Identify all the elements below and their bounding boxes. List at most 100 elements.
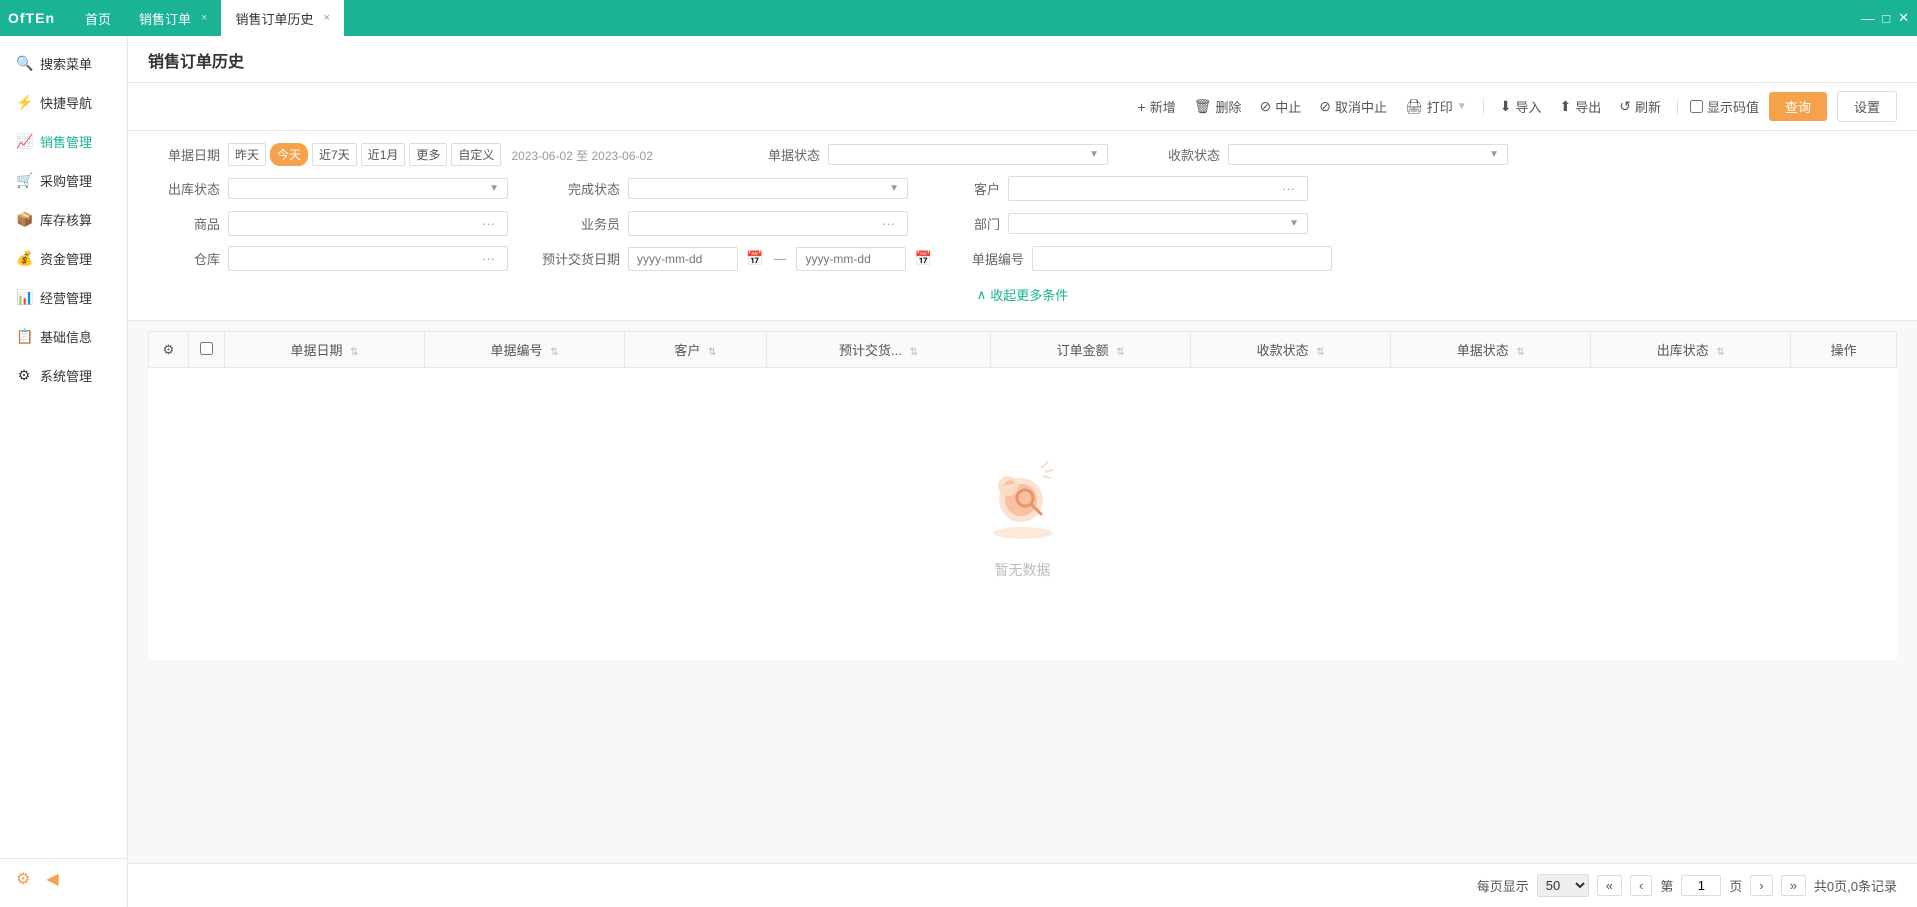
- show-columns-checkbox[interactable]: 显示码值: [1690, 97, 1759, 116]
- expected-date-range: 📅 — 📅: [628, 247, 932, 271]
- cancel-stop-label: 取消中止: [1335, 97, 1387, 116]
- warehouse-dots-icon[interactable]: ···: [478, 251, 499, 266]
- collapse-label: 收起更多条件: [990, 285, 1068, 304]
- sidebar: 🔍 搜索菜单 ⚡ 快捷导航 📈 销售管理 🛒 采购管理 📦 库存核算 💰 资金管…: [0, 36, 128, 907]
- select-all-checkbox[interactable]: [200, 342, 213, 355]
- order-status-arrow-icon: ▼: [1089, 149, 1099, 160]
- last-page-button[interactable]: »: [1781, 875, 1806, 896]
- settings-gear-icon[interactable]: ⚙: [163, 342, 175, 357]
- expected-date-from-input[interactable]: [628, 247, 738, 271]
- out-status-select[interactable]: ▼: [228, 178, 508, 199]
- th-order-amount-label: 订单金额: [1057, 343, 1109, 358]
- th-date[interactable]: 单据日期 ⇅: [225, 332, 425, 368]
- collapse-button[interactable]: ∧ 收起更多条件: [148, 281, 1897, 308]
- customer-dots-icon[interactable]: ···: [1278, 181, 1299, 196]
- stop-label: 中止: [1275, 97, 1301, 116]
- export-button[interactable]: ⬆ 导出: [1555, 95, 1605, 118]
- tab-sales-order-history-close[interactable]: ×: [323, 12, 329, 24]
- empty-state: 暂无数据: [149, 368, 1897, 660]
- tab-bar: OfTEn 首页 销售订单 × 销售订单历史 ×: [8, 0, 1861, 36]
- date-btn-7days[interactable]: 近7天: [312, 143, 357, 166]
- calendar-from-icon[interactable]: 📅: [746, 250, 763, 267]
- print-label: 打印: [1427, 97, 1453, 116]
- inventory-icon: 📦: [16, 211, 32, 228]
- th-customer[interactable]: 客户 ⇅: [625, 332, 767, 368]
- refresh-button[interactable]: ↺ 刷新: [1615, 95, 1665, 118]
- prev-page-button[interactable]: ‹: [1630, 875, 1652, 896]
- date-btn-custom[interactable]: 自定义: [451, 143, 501, 166]
- pay-status-arrow-icon: ▼: [1489, 149, 1499, 160]
- delete-button[interactable]: 🗑 删除: [1190, 95, 1246, 118]
- settings-button[interactable]: 设置: [1837, 91, 1897, 122]
- complete-status-select[interactable]: ▼: [628, 178, 908, 199]
- filter-row-3: 商品 ··· 业务员 ··· 部门 ▼: [148, 211, 1897, 236]
- th-order-amount[interactable]: 订单金额 ⇅: [991, 332, 1191, 368]
- import-button[interactable]: ⬇ 导入: [1496, 95, 1546, 118]
- pay-status-select[interactable]: ▼: [1228, 144, 1508, 165]
- sidebar-item-quick-nav[interactable]: ⚡ 快捷导航: [0, 83, 127, 122]
- sidebar-item-basic-info-label: 基础信息: [40, 327, 92, 346]
- product-input[interactable]: ···: [228, 211, 508, 236]
- first-page-button[interactable]: «: [1597, 875, 1622, 896]
- expected-date-to-input[interactable]: [796, 247, 906, 271]
- department-select[interactable]: ▼: [1008, 213, 1308, 234]
- tab-sales-order[interactable]: 销售订单 ×: [125, 0, 221, 36]
- stop-icon: ⊘: [1260, 98, 1272, 115]
- sidebar-item-inventory[interactable]: 📦 库存核算: [0, 200, 127, 239]
- out-status-filter-label: 出库状态: [148, 179, 228, 198]
- th-expected-date-label: 预计交货...: [839, 343, 902, 358]
- order-status-select[interactable]: ▼: [828, 144, 1108, 165]
- sidebar-item-sales-label: 销售管理: [40, 132, 92, 151]
- stop-button[interactable]: ⊘ 中止: [1256, 95, 1306, 118]
- th-order-status-sort-icon: ⇅: [1516, 347, 1524, 358]
- product-dots-icon[interactable]: ···: [478, 216, 499, 231]
- salesperson-input[interactable]: ···: [628, 211, 908, 236]
- export-label: 导出: [1575, 97, 1601, 116]
- new-button[interactable]: + 新增: [1134, 95, 1180, 118]
- th-order-no[interactable]: 单据编号 ⇅: [425, 332, 625, 368]
- order-no-input[interactable]: [1032, 246, 1332, 271]
- th-settings[interactable]: ⚙: [149, 332, 189, 368]
- sidebar-item-business-label: 经营管理: [40, 288, 92, 307]
- basic-info-icon: 📋: [16, 328, 32, 345]
- date-filter-label: 单据日期: [148, 145, 228, 164]
- cancel-stop-button[interactable]: ⊘ 取消中止: [1315, 95, 1391, 118]
- collapse-sidebar-icon[interactable]: ◀: [46, 869, 58, 889]
- date-btn-yesterday[interactable]: 昨天: [228, 143, 266, 166]
- customer-input[interactable]: ···: [1008, 176, 1308, 201]
- maximize-icon[interactable]: □: [1882, 11, 1890, 26]
- warehouse-input[interactable]: ···: [228, 246, 508, 271]
- salesperson-filter-label: 业务员: [548, 214, 628, 233]
- sidebar-item-purchase[interactable]: 🛒 采购管理: [0, 161, 127, 200]
- query-button[interactable]: 查询: [1769, 92, 1827, 121]
- calendar-to-icon[interactable]: 📅: [914, 250, 931, 267]
- tab-sales-order-close[interactable]: ×: [201, 12, 207, 24]
- page-size-select[interactable]: 20 50 100: [1537, 874, 1589, 897]
- th-pay-status[interactable]: 收款状态 ⇅: [1191, 332, 1391, 368]
- th-order-no-label: 单据编号: [491, 343, 543, 358]
- sidebar-item-inventory-label: 库存核算: [40, 210, 92, 229]
- print-button[interactable]: 🖨 打印 ▼: [1401, 95, 1471, 118]
- minimize-icon[interactable]: —: [1861, 11, 1874, 26]
- salesperson-dots-icon[interactable]: ···: [878, 216, 899, 231]
- show-columns-input[interactable]: [1690, 100, 1703, 113]
- th-expected-date[interactable]: 预计交货... ⇅: [766, 332, 990, 368]
- settings-bottom-icon[interactable]: ⚙: [16, 869, 30, 889]
- date-btn-today[interactable]: 今天: [270, 143, 308, 166]
- th-order-status[interactable]: 单据状态 ⇅: [1391, 332, 1591, 368]
- page-number-input[interactable]: [1681, 875, 1721, 896]
- sidebar-item-search[interactable]: 🔍 搜索菜单: [0, 44, 127, 83]
- date-btn-1month[interactable]: 近1月: [361, 143, 406, 166]
- close-icon[interactable]: ✕: [1898, 10, 1909, 26]
- sidebar-item-basic-info[interactable]: 📋 基础信息: [0, 317, 127, 356]
- th-out-status[interactable]: 出库状态 ⇅: [1591, 332, 1791, 368]
- tab-home[interactable]: 首页: [71, 0, 125, 36]
- sidebar-item-finance[interactable]: 💰 资金管理: [0, 239, 127, 278]
- sidebar-item-sales[interactable]: 📈 销售管理: [0, 122, 127, 161]
- next-page-button[interactable]: ›: [1750, 875, 1772, 896]
- sidebar-item-business[interactable]: 📊 经营管理: [0, 278, 127, 317]
- th-check[interactable]: [189, 332, 225, 368]
- tab-sales-order-history[interactable]: 销售订单历史 ×: [221, 0, 343, 36]
- date-btn-more[interactable]: 更多: [409, 143, 447, 166]
- sidebar-item-system[interactable]: ⚙ 系统管理: [0, 356, 127, 395]
